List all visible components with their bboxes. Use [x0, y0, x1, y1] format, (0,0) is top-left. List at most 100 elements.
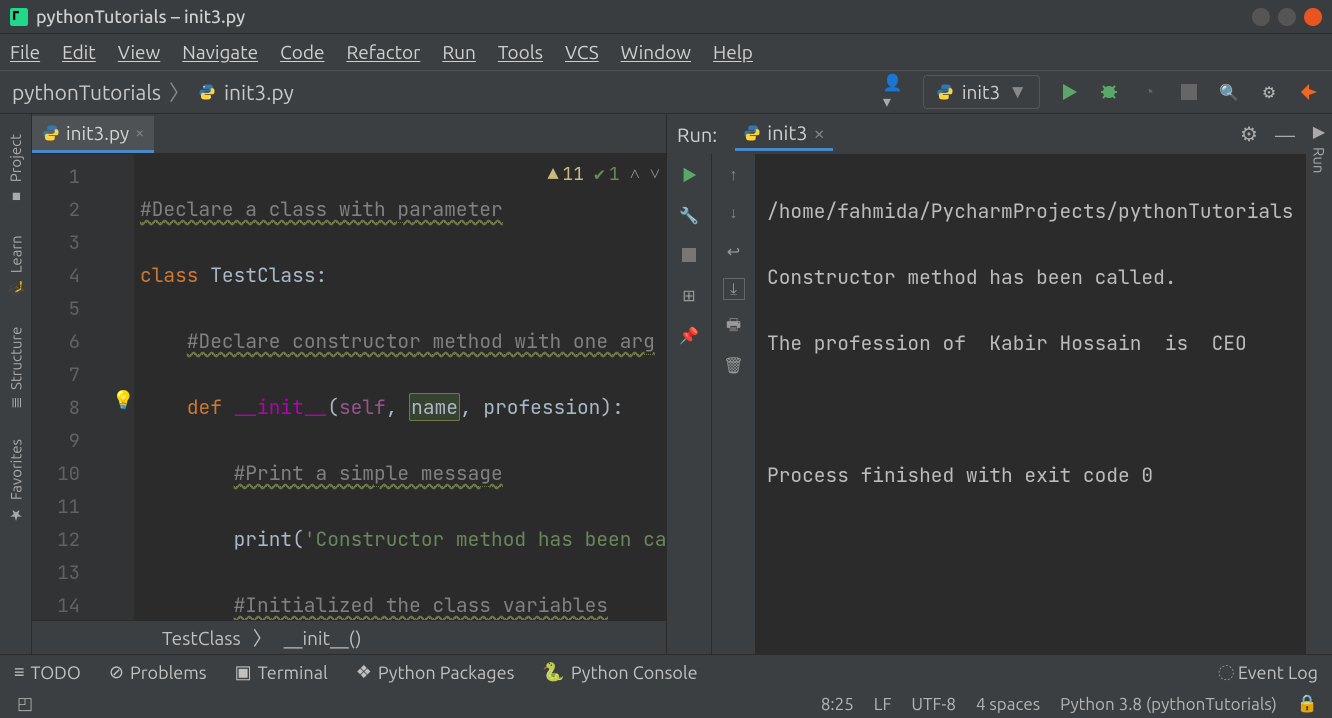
minimize-run-icon[interactable]: —: [1274, 123, 1296, 145]
ok-count: 1: [609, 158, 620, 191]
minimize-button[interactable]: [1252, 8, 1270, 26]
context-breadcrumb[interactable]: TestClass 〉 __init__(): [32, 620, 666, 654]
favorites-tool-button[interactable]: ★ Favorites: [7, 439, 25, 524]
project-tool-button[interactable]: ■ Project: [7, 134, 24, 205]
print-icon[interactable]: 🖶: [723, 316, 745, 338]
prev-highlight-button[interactable]: ˄: [630, 158, 640, 191]
breadcrumb-file[interactable]: init3.py: [224, 80, 294, 104]
right-tool-strip: ▶ Run: [1306, 114, 1332, 654]
expand-icon[interactable]: ▶: [1313, 122, 1325, 141]
breadcrumb-sep: 〉: [169, 77, 190, 107]
settings-icon[interactable]: ⚙: [1258, 81, 1280, 103]
window-controls: [1252, 8, 1322, 26]
menu-refactor[interactable]: Refactor: [346, 41, 420, 63]
warning-count: 11: [562, 158, 584, 191]
search-icon[interactable]: 🔍: [1218, 81, 1240, 103]
file-encoding[interactable]: UTF-8: [911, 695, 956, 714]
todo-tool-button[interactable]: ≡ TODO: [14, 662, 81, 683]
cursor-position[interactable]: 8:25: [821, 695, 854, 714]
structure-tool-button[interactable]: ≣ Structure: [7, 327, 25, 409]
menu-run[interactable]: Run: [442, 41, 476, 63]
terminal-tool-button[interactable]: ▣ Terminal: [235, 662, 328, 683]
learn-tool-button[interactable]: 🎓 Learn: [7, 235, 25, 297]
editor-tab-label: init3.py: [66, 122, 129, 144]
warning-icon: ▲: [548, 158, 559, 191]
soft-wrap-icon[interactable]: ↩: [723, 240, 745, 262]
menubar: File Edit View Navigate Code Refactor Ru…: [0, 34, 1332, 70]
menu-help[interactable]: Help: [713, 41, 753, 63]
run-button[interactable]: [1058, 81, 1080, 103]
ide-features-icon[interactable]: [1298, 81, 1320, 103]
run-header: Run: init3 × ⚙ —: [667, 114, 1306, 154]
pin-icon[interactable]: 📌: [678, 324, 700, 346]
fold-gutter[interactable]: [90, 154, 108, 620]
menu-navigate[interactable]: Navigate: [182, 41, 258, 63]
console-line: /home/fahmida/PycharmProjects/pythonTuto…: [767, 195, 1294, 228]
coverage-button[interactable]: ◔: [1138, 81, 1160, 103]
editor-tabbar: init3.py ×: [32, 114, 666, 154]
stop-button[interactable]: [1178, 81, 1200, 103]
layout-icon[interactable]: ⊞: [678, 284, 700, 306]
editor-tab[interactable]: init3.py ×: [32, 116, 154, 153]
run-tab[interactable]: init3 ×: [735, 117, 833, 151]
scroll-end-icon[interactable]: ⤓: [723, 278, 745, 300]
python-packages-button[interactable]: ❖ Python Packages: [356, 662, 515, 683]
clear-icon[interactable]: 🗑: [723, 354, 745, 376]
window-title: pythonTutorials – init3.py: [36, 7, 245, 27]
menu-code[interactable]: Code: [280, 41, 324, 63]
debug-button[interactable]: [1098, 81, 1120, 103]
left-tool-strip: ■ Project 🎓 Learn ≣ Structure ★ Favorite…: [0, 114, 32, 654]
stop-run-button[interactable]: [678, 244, 700, 266]
problems-tool-button[interactable]: ⊘ Problems: [109, 662, 207, 683]
close-tab-icon[interactable]: ×: [135, 124, 144, 142]
line-number-gutter: 1234567891011121314: [32, 154, 90, 620]
titlebar: pythonTutorials – init3.py: [0, 0, 1332, 34]
interpreter-label[interactable]: Python 3.8 (pythonTutorials): [1060, 695, 1277, 714]
run-config-selector[interactable]: init3 ▼: [923, 75, 1040, 109]
navbar: pythonTutorials 〉 init3.py 👤▾ init3 ▼ ◔ …: [0, 70, 1332, 114]
context-function: __init__(): [284, 627, 362, 649]
menu-file[interactable]: File: [10, 41, 40, 63]
menu-edit[interactable]: Edit: [62, 41, 96, 63]
main-area: ■ Project 🎓 Learn ≣ Structure ★ Favorite…: [0, 114, 1332, 654]
console-line: Constructor method has been called.: [767, 261, 1294, 294]
next-highlight-button[interactable]: ˅: [650, 158, 660, 191]
bottom-toolbar: ≡ TODO ⊘ Problems ▣ Terminal ❖ Python Pa…: [0, 654, 1332, 690]
down-arrow-icon[interactable]: ↓: [723, 202, 745, 224]
run-settings-icon[interactable]: ⚙: [1238, 123, 1260, 145]
python-file-icon: [42, 124, 60, 142]
line-separator[interactable]: LF: [874, 695, 892, 714]
menu-view[interactable]: View: [118, 41, 161, 63]
indent-setting[interactable]: 4 spaces: [976, 695, 1040, 714]
menu-window[interactable]: Window: [621, 41, 691, 63]
breadcrumb-project[interactable]: pythonTutorials: [12, 80, 161, 104]
intention-bulb-icon[interactable]: 💡: [112, 390, 134, 411]
ok-check-icon: ✔: [594, 158, 605, 191]
event-log-button[interactable]: ◌ Event Log: [1219, 663, 1318, 683]
context-class: TestClass: [162, 627, 241, 649]
menu-tools[interactable]: Tools: [498, 41, 543, 63]
code-area[interactable]: #Declare a class with parameter class Te…: [134, 154, 666, 620]
run-label: Run:: [677, 123, 717, 146]
editor-body[interactable]: 1234567891011121314 💡 #Declare a class w…: [32, 154, 666, 620]
wrench-icon[interactable]: 🔧: [678, 204, 700, 226]
python-file-icon: [198, 83, 216, 101]
run-vertical-tab[interactable]: Run: [1311, 147, 1328, 173]
tool-windows-icon[interactable]: ◰: [14, 693, 36, 715]
maximize-button[interactable]: [1278, 8, 1296, 26]
menu-vcs[interactable]: VCS: [565, 41, 599, 63]
console-output[interactable]: /home/fahmida/PycharmProjects/pythonTuto…: [755, 154, 1306, 654]
python-console-button[interactable]: 🐍 Python Console: [542, 662, 697, 683]
console-line: Process finished with exit code 0: [767, 459, 1294, 492]
rerun-button[interactable]: [678, 164, 700, 186]
close-run-tab-icon[interactable]: ×: [814, 121, 825, 144]
editor-pane: init3.py × 1234567891011121314 💡 #Declar…: [32, 114, 666, 654]
lock-icon[interactable]: 🔒: [1297, 694, 1318, 714]
up-arrow-icon[interactable]: ↑: [723, 164, 745, 186]
python-icon: [936, 83, 954, 101]
inspection-widget[interactable]: ▲11 ✔1 ˄ ˅: [548, 158, 660, 191]
run-tool-window: Run: init3 × ⚙ — 🔧 ⊞ 📌 ↑: [666, 114, 1306, 654]
close-button[interactable]: [1304, 8, 1322, 26]
user-dropdown-icon[interactable]: 👤▾: [883, 81, 905, 103]
breadcrumb-sep: 〉: [253, 624, 272, 651]
